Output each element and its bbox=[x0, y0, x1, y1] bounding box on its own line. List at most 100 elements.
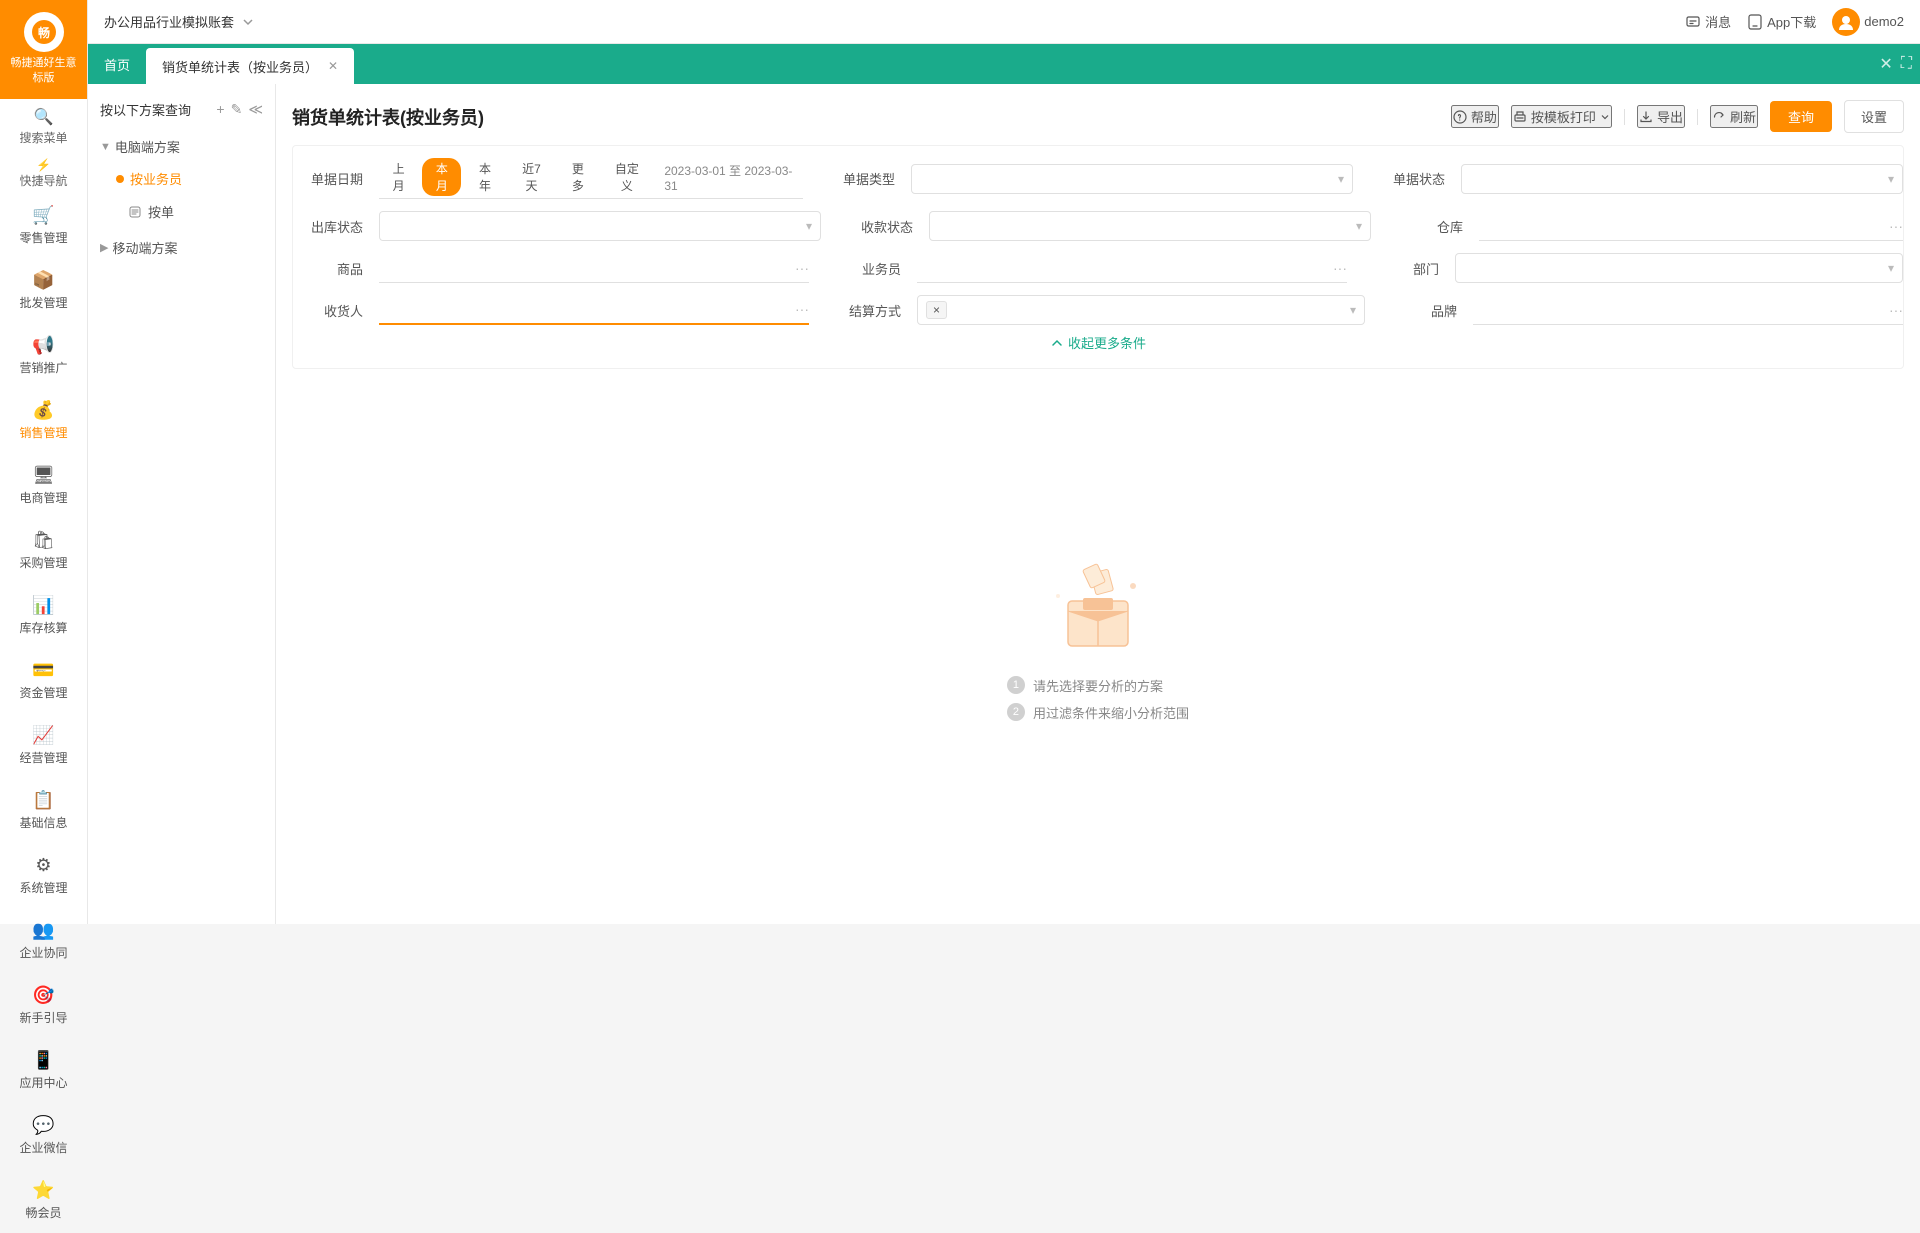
sidebar-item-purchase[interactable]: 🛍 采购管理 bbox=[0, 518, 87, 583]
receipt-status-control[interactable]: ▾ bbox=[929, 211, 1371, 241]
mobile-scheme-title[interactable]: ▶ 移动端方案 bbox=[88, 232, 275, 263]
brand-control[interactable]: ··· bbox=[1473, 295, 1903, 325]
close-tab-button[interactable]: ✕ bbox=[1879, 54, 1892, 74]
scheme-item-by-order-label: 按单 bbox=[148, 202, 174, 221]
export-button[interactable]: 导出 bbox=[1637, 105, 1685, 128]
payment-tag-close[interactable]: × bbox=[933, 303, 940, 317]
date-last-7[interactable]: 近7天 bbox=[509, 158, 555, 196]
sidebar-item-corp[interactable]: 👥 企业协同 bbox=[0, 908, 87, 973]
tab-home[interactable]: 首页 bbox=[88, 44, 146, 84]
doc-status-dropdown-icon[interactable]: ▾ bbox=[1888, 172, 1894, 186]
sidebar-item-ecommerce[interactable]: 🖥 电商管理 bbox=[0, 453, 87, 518]
goods-dots-icon[interactable]: ··· bbox=[795, 260, 809, 276]
sidebar-item-ops[interactable]: 📈 经营管理 bbox=[0, 713, 87, 778]
sidebar-item-marketing[interactable]: 📢 营销推广 bbox=[0, 323, 87, 388]
refresh-button[interactable]: 刷新 bbox=[1710, 105, 1758, 128]
sidebar-item-wholesale[interactable]: 📦 批发管理 bbox=[0, 258, 87, 323]
collapse-scheme-button[interactable]: ≪ bbox=[248, 101, 263, 118]
sidebar-item-corp-wechat[interactable]: 💬 企业微信 bbox=[0, 1103, 87, 1168]
date-this-year[interactable]: 本年 bbox=[465, 158, 504, 196]
user-profile[interactable]: demo2 bbox=[1832, 8, 1904, 36]
brand-input[interactable] bbox=[1473, 302, 1889, 317]
warehouse-input[interactable] bbox=[1479, 218, 1889, 233]
empty-hint-1: 1 请先选择要分析的方案 bbox=[1007, 676, 1189, 695]
print-dropdown-arrow bbox=[1600, 112, 1610, 122]
query-button[interactable]: 查询 bbox=[1770, 101, 1832, 132]
scheme-item-by-staff[interactable]: 按业务员 bbox=[88, 162, 275, 195]
settings-button[interactable]: 设置 bbox=[1844, 100, 1904, 133]
receipt-status-dropdown-icon[interactable]: ▾ bbox=[1356, 219, 1362, 233]
sidebar-item-newbie[interactable]: 🎯 新手引导 bbox=[0, 973, 87, 1038]
out-status-control[interactable]: ▾ bbox=[379, 211, 821, 241]
goods-input[interactable] bbox=[379, 260, 795, 275]
print-button[interactable]: 按模板打印 bbox=[1511, 105, 1612, 128]
staff-input[interactable] bbox=[917, 260, 1333, 275]
date-last-month[interactable]: 上月 bbox=[379, 158, 418, 196]
maximize-tab-button[interactable]: ⛶ bbox=[1901, 55, 1912, 73]
sidebar-item-retail[interactable]: 🛒 零售管理 bbox=[0, 193, 87, 258]
warehouse-dots-icon[interactable]: ··· bbox=[1889, 218, 1903, 234]
consignee-control[interactable]: ··· bbox=[379, 295, 809, 325]
add-scheme-button[interactable]: + bbox=[216, 101, 224, 118]
sidebar-logo[interactable]: 畅 畅捷通好生意 标版 bbox=[0, 0, 87, 99]
collapse-button[interactable]: 收起更多条件 bbox=[293, 329, 1903, 356]
sidebar-item-basic[interactable]: 📋 基础信息 bbox=[0, 778, 87, 843]
app-download-button[interactable]: App下载 bbox=[1747, 12, 1816, 31]
date-custom[interactable]: 自定义 bbox=[602, 158, 653, 196]
quick-nav-icon: ⚡ bbox=[36, 158, 51, 172]
tab-home-label: 首页 bbox=[104, 55, 130, 74]
tabbar-actions: ✕ ⛶ bbox=[1879, 54, 1920, 74]
filter-row-2: 出库状态 ▾ 收款状态 ▾ 仓库 ··· bbox=[293, 211, 1903, 241]
purchase-icon: 🛍 bbox=[32, 530, 55, 551]
sidebar-item-finance[interactable]: 💳 资金管理 bbox=[0, 648, 87, 713]
payment-dropdown-icon[interactable]: ▾ bbox=[1350, 303, 1356, 317]
sidebar-item-quick-nav[interactable]: ⚡ 快捷导航 bbox=[0, 150, 87, 193]
topbar-dropdown[interactable] bbox=[242, 16, 254, 28]
consignee-dots-icon[interactable]: ··· bbox=[795, 301, 809, 317]
doc-status-control[interactable]: ▾ bbox=[1461, 164, 1903, 194]
dept-control[interactable]: ▾ bbox=[1455, 253, 1903, 283]
desktop-scheme-title[interactable]: ▼ 电脑端方案 bbox=[88, 131, 275, 162]
dept-input[interactable] bbox=[1464, 261, 1888, 276]
staff-control[interactable]: ··· bbox=[917, 253, 1347, 283]
messages-label: 消息 bbox=[1705, 12, 1731, 31]
tab-close-icon[interactable]: ✕ bbox=[328, 59, 338, 73]
sidebar-item-member[interactable]: ⭐ 畅会员 bbox=[0, 1168, 87, 1233]
date-more[interactable]: 更多 bbox=[558, 158, 597, 196]
desktop-scheme-group: ▼ 电脑端方案 按业务员 按单 bbox=[88, 131, 275, 228]
out-status-dropdown-icon[interactable]: ▾ bbox=[806, 219, 812, 233]
doc-status-input[interactable] bbox=[1470, 171, 1888, 186]
edit-scheme-button[interactable]: ✎ bbox=[231, 101, 243, 118]
apps-label: 应用中心 bbox=[19, 1074, 67, 1091]
help-button[interactable]: 帮助 bbox=[1451, 105, 1499, 128]
tab-sales-stat[interactable]: 销货单统计表（按业务员） ✕ bbox=[146, 48, 354, 84]
sidebar-item-inventory[interactable]: 📊 库存核算 bbox=[0, 583, 87, 648]
messages-button[interactable]: 消息 bbox=[1685, 12, 1731, 31]
out-status-input[interactable] bbox=[388, 219, 806, 234]
wholesale-icon: 📦 bbox=[32, 270, 54, 291]
doc-type-dropdown-icon[interactable]: ▾ bbox=[1338, 172, 1344, 186]
main-area: 办公用品行业模拟账套 消息 App下载 demo2 首页 bbox=[88, 0, 1920, 924]
sidebar-search-label: 搜索菜单 bbox=[19, 129, 67, 146]
sidebar-item-search[interactable]: 🔍 搜索菜单 bbox=[0, 99, 87, 150]
scheme-item-by-order[interactable]: 按单 bbox=[88, 195, 275, 228]
payment-control[interactable]: × ▾ bbox=[917, 295, 1365, 325]
receipt-status-input[interactable] bbox=[938, 219, 1356, 234]
logo-text: 畅捷通好生意 标版 bbox=[8, 56, 79, 87]
brand-dots-icon[interactable]: ··· bbox=[1889, 302, 1903, 318]
consignee-input[interactable] bbox=[379, 302, 795, 317]
mobile-scheme-label: 移动端方案 bbox=[112, 238, 177, 257]
doc-type-input[interactable] bbox=[920, 171, 1338, 186]
sidebar-item-system[interactable]: ⚙ 系统管理 bbox=[0, 843, 87, 908]
staff-dots-icon[interactable]: ··· bbox=[1333, 260, 1347, 276]
topbar: 办公用品行业模拟账套 消息 App下载 demo2 bbox=[88, 0, 1920, 44]
date-this-month[interactable]: 本月 bbox=[422, 158, 461, 196]
warehouse-control[interactable]: ··· bbox=[1479, 211, 1903, 241]
dept-dropdown-icon[interactable]: ▾ bbox=[1888, 261, 1894, 275]
goods-control[interactable]: ··· bbox=[379, 253, 809, 283]
sidebar-item-apps[interactable]: 📱 应用中心 bbox=[0, 1038, 87, 1103]
sidebar-item-sales[interactable]: 💰 销售管理 bbox=[0, 388, 87, 453]
doc-type-control[interactable]: ▾ bbox=[911, 164, 1353, 194]
app-download-label: App下载 bbox=[1767, 12, 1816, 31]
wholesale-label: 批发管理 bbox=[19, 294, 67, 311]
